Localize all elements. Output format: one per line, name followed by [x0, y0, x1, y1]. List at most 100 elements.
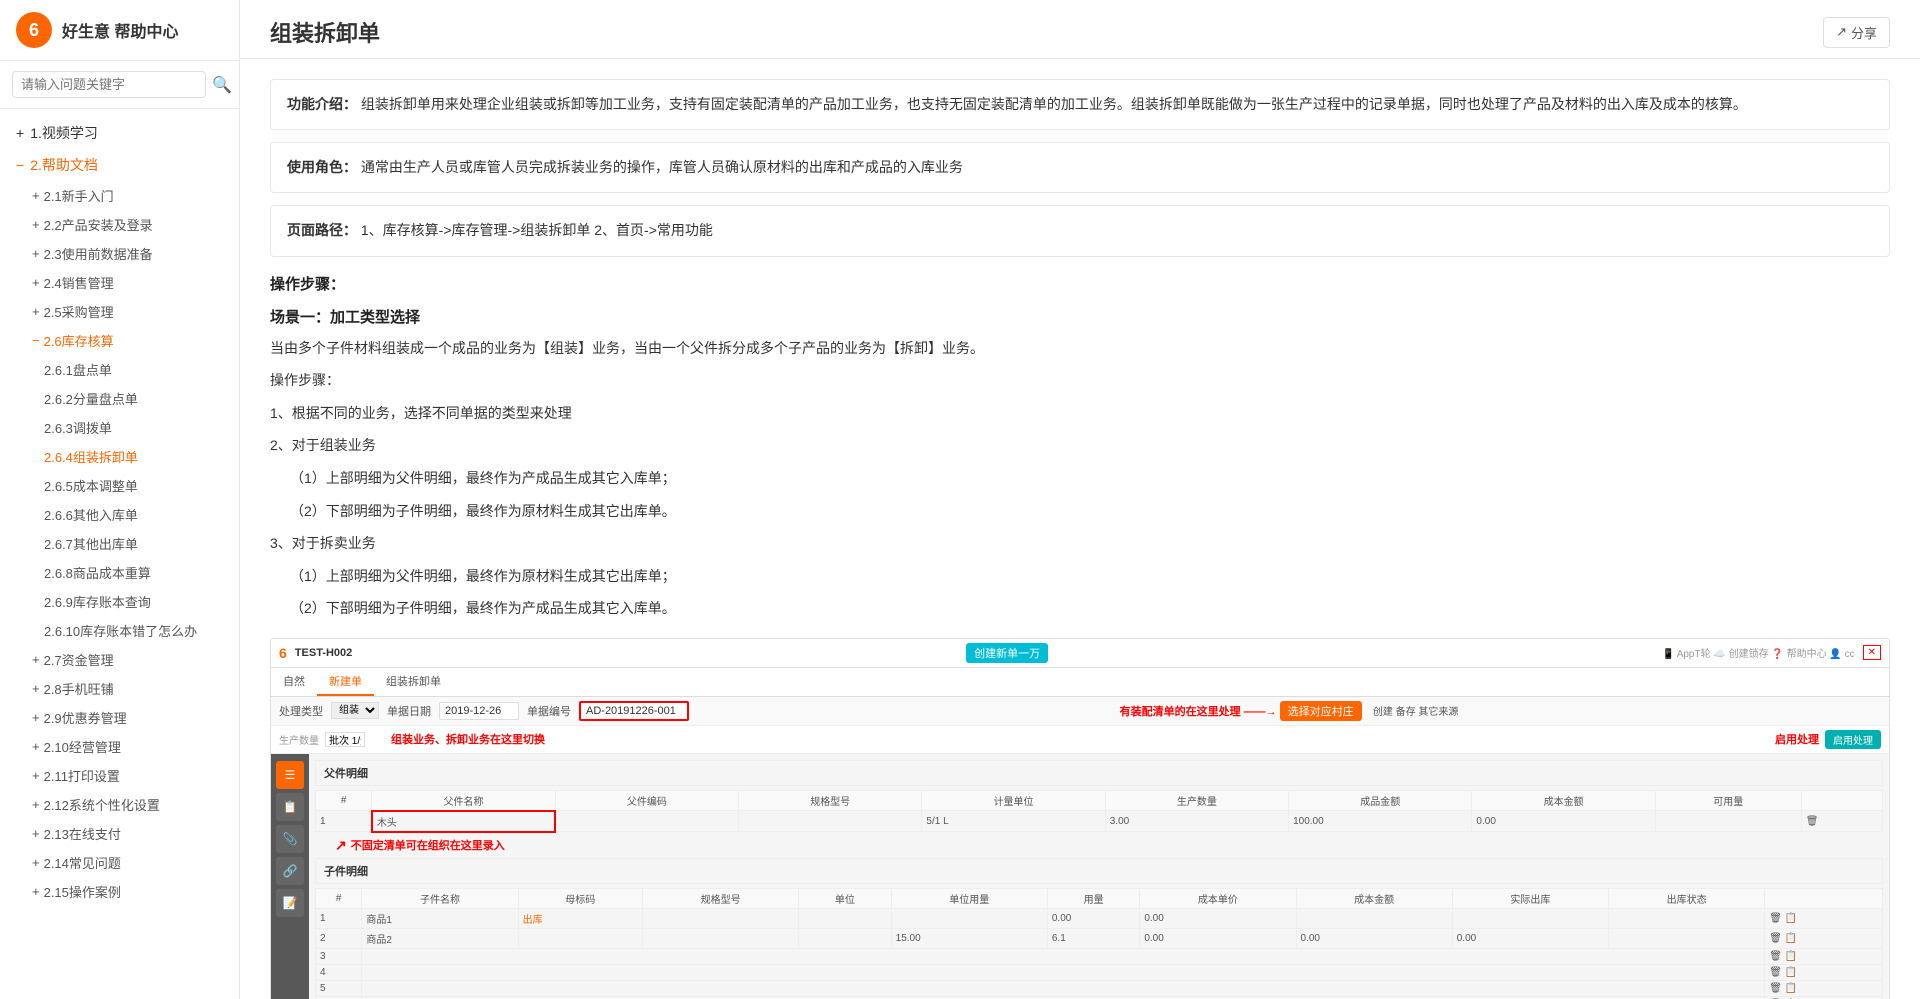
sidebar-item-partial-stocktake[interactable]: 2.6.2分量盘点单	[0, 384, 239, 413]
sim-td: 5	[316, 980, 362, 996]
sidebar-item-stocktake[interactable]: 2.6.1盘点单	[0, 355, 239, 384]
sim-tab-home[interactable]: 自然	[271, 668, 317, 696]
share-button[interactable]: ↗ 分享	[1823, 17, 1890, 48]
sim-top-icons: 📱 AppT轮 ☁️ 创建锁存 ❓ 帮助中心 👤 cc	[1662, 645, 1855, 660]
sidebar-item-stock-query[interactable]: 2.6.9库存账本查询	[0, 587, 239, 616]
sim-tab-new[interactable]: 新建单	[317, 668, 374, 696]
sim-td: 4	[316, 964, 362, 980]
sidebar-item-cases[interactable]: + 2.15操作案例	[0, 877, 239, 906]
sidebar-item-inventory[interactable]: − 2.6库存核算	[0, 326, 239, 355]
sim-date-input[interactable]	[439, 702, 519, 720]
sim-td	[739, 811, 922, 832]
sim-td	[1655, 811, 1801, 832]
sim-parent-header: 父件明细	[315, 760, 1883, 786]
sim-td	[799, 928, 891, 948]
sim-td: 2	[316, 928, 362, 948]
sidebar-item-payment[interactable]: + 2.13在线支付	[0, 819, 239, 848]
sim-qty-input[interactable]	[325, 732, 365, 747]
sidebar-item-purchase[interactable]: + 2.5采购管理	[0, 297, 239, 326]
sim-td	[891, 908, 1047, 928]
sim-td: 0.00	[1140, 928, 1296, 948]
screenshot-container: 6 TEST-H002 创建新单一万 📱 AppT轮 ☁️ 创建锁存 ❓ 帮助中…	[270, 638, 1890, 999]
sim-tab-assembly[interactable]: 组装拆卸单	[374, 668, 453, 696]
sidebar-item-system[interactable]: + 2.12系统个性化设置	[0, 790, 239, 819]
sidebar-item-cost-adjust[interactable]: 2.6.5成本调整单	[0, 471, 239, 500]
toggle-icon: +	[32, 275, 40, 290]
sim-parent-row: 1 木头 5/1 L 3.00 100.00 0.00 🗑	[316, 811, 1883, 832]
sidebar-sublabel: 2.3使用前数据准备	[44, 244, 153, 263]
sim-select-bom-btn[interactable]: 选择对应村庄	[1280, 701, 1362, 721]
sidebar-item-video[interactable]: + 1.视频学习	[0, 117, 239, 149]
sim-td: 1	[316, 811, 372, 832]
leaf-label: 2.6.9库存账本查询	[44, 595, 151, 610]
sidebar-nav: + 1.视频学习 − 2.帮助文档 + 2.1新手入门 + 2.2产品安装及登录…	[0, 109, 239, 999]
sim-td	[1296, 908, 1452, 928]
sim-type-select[interactable]: 组装 拆卸	[331, 702, 379, 719]
sim-nav-icon-2[interactable]: 📋	[276, 793, 304, 821]
sim-child-row: 5🗑 📋	[316, 980, 1883, 996]
sim-td	[518, 928, 642, 948]
sidebar-item-other-out[interactable]: 2.6.7其他出库单	[0, 529, 239, 558]
sim-close-btn[interactable]: ✕	[1863, 645, 1881, 660]
scene1-desc: 当由多个子件材料组装成一个成品的业务为【组装】业务，当由一个父件拆分成多个子产品…	[270, 335, 1890, 362]
sidebar-item-finance[interactable]: + 2.7资金管理	[0, 645, 239, 674]
sidebar-item-other-in[interactable]: 2.6.6其他入库单	[0, 500, 239, 529]
sim-th: 生产数量	[1105, 790, 1288, 811]
sim-tab-bar[interactable]: 自然 新建单 组装拆卸单	[271, 668, 1889, 697]
sidebar-item-install[interactable]: + 2.2产品安装及登录	[0, 210, 239, 239]
sidebar-item-faq[interactable]: + 2.14常见问题	[0, 848, 239, 877]
sidebar-item-docs[interactable]: − 2.帮助文档	[0, 149, 239, 181]
sidebar-item-newcomer[interactable]: + 2.1新手入门	[0, 181, 239, 210]
toggle-icon: +	[32, 826, 40, 841]
main-content: 功能介绍： 组装拆卸单用来处理企业组装或拆卸等加工业务，支持有固定装配清单的产品…	[240, 59, 1920, 999]
search-bar[interactable]: 🔍	[0, 61, 239, 109]
sim-logo: 6	[279, 645, 287, 661]
sim-annotation3: 组装业务、拆卸业务在这里切换	[391, 731, 545, 747]
sim-child-table: # 子件名称 母标码 规格型号 单位 单位用量 用量 成本单价 成本金额 实	[315, 888, 1883, 999]
sim-td: 🗑 📋	[1765, 908, 1883, 928]
sim-nav-icon-5[interactable]: 📝	[276, 889, 304, 917]
sidebar-item-operation[interactable]: + 2.10经营管理	[0, 732, 239, 761]
toggle-icon: +	[32, 681, 40, 696]
sim-create-btn[interactable]: 创建新单一万	[966, 643, 1048, 663]
sim-nav-icon-3[interactable]: 📎	[276, 825, 304, 853]
sim-td: 1	[316, 908, 362, 928]
toggle-icon: −	[16, 157, 24, 173]
sim-td: 🗑 📋	[1765, 928, 1883, 948]
sidebar-item-stock-error[interactable]: 2.6.10库存账本错了怎么办	[0, 616, 239, 645]
sidebar-item-assembly[interactable]: 2.6.4组装拆卸单	[0, 442, 239, 471]
sidebar-item-adjust[interactable]: 2.6.3调拨单	[0, 413, 239, 442]
sim-annotation5-row: ↗ 不固定清单可在组织在这里录入	[335, 837, 1883, 854]
leaf-label: 2.6.4组装拆卸单	[44, 450, 138, 465]
role-label: 使用角色：	[287, 159, 357, 175]
step3-1: （1）上部明细为父件明细，最终作为原材料生成其它出库单；	[290, 563, 1890, 590]
sidebar-item-sales[interactable]: + 2.4销售管理	[0, 268, 239, 297]
toggle-icon: +	[32, 768, 40, 783]
toggle-icon: +	[32, 884, 40, 899]
sim-type-label: 处理类型	[279, 703, 323, 719]
sidebar-sublabel: 2.4销售管理	[44, 273, 114, 292]
sim-annotation4: 启用处理	[1775, 731, 1819, 747]
role-block: 使用角色： 通常由生产人员或库管人员完成拆装业务的操作，库管人员确认原材料的出库…	[270, 142, 1890, 193]
sidebar-item-data-prep[interactable]: + 2.3使用前数据准备	[0, 239, 239, 268]
leaf-label: 2.6.3调拨单	[44, 421, 112, 436]
logo: 6	[16, 12, 52, 48]
sidebar-item-coupon[interactable]: + 2.9优惠券管理	[0, 703, 239, 732]
sim-billno-input[interactable]	[579, 701, 689, 721]
sim-nav-icon-1[interactable]: ☰	[276, 761, 304, 789]
sim-td: 100.00	[1289, 811, 1472, 832]
sim-th: 单位用量	[891, 888, 1047, 908]
sidebar-sublabel: 2.13在线支付	[44, 824, 121, 843]
sim-billno-label: 单据编号	[527, 703, 571, 719]
search-button[interactable]: 🔍	[212, 75, 232, 95]
sidebar-item-mobile[interactable]: + 2.8手机旺铺	[0, 674, 239, 703]
sidebar-item-print[interactable]: + 2.11打印设置	[0, 761, 239, 790]
search-input[interactable]	[12, 71, 206, 98]
sim-td: 15.00	[891, 928, 1047, 948]
sim-enable-btn[interactable]: 启用处理	[1825, 730, 1881, 749]
sidebar-sublabel: 2.7资金管理	[44, 650, 114, 669]
sidebar-sublabel: 2.2产品安装及登录	[44, 215, 153, 234]
sim-nav-icon-4[interactable]: 🔗	[276, 857, 304, 885]
sidebar-sublabel: 2.15操作案例	[44, 882, 121, 901]
sidebar-item-cost-recalc[interactable]: 2.6.8商品成本重算	[0, 558, 239, 587]
